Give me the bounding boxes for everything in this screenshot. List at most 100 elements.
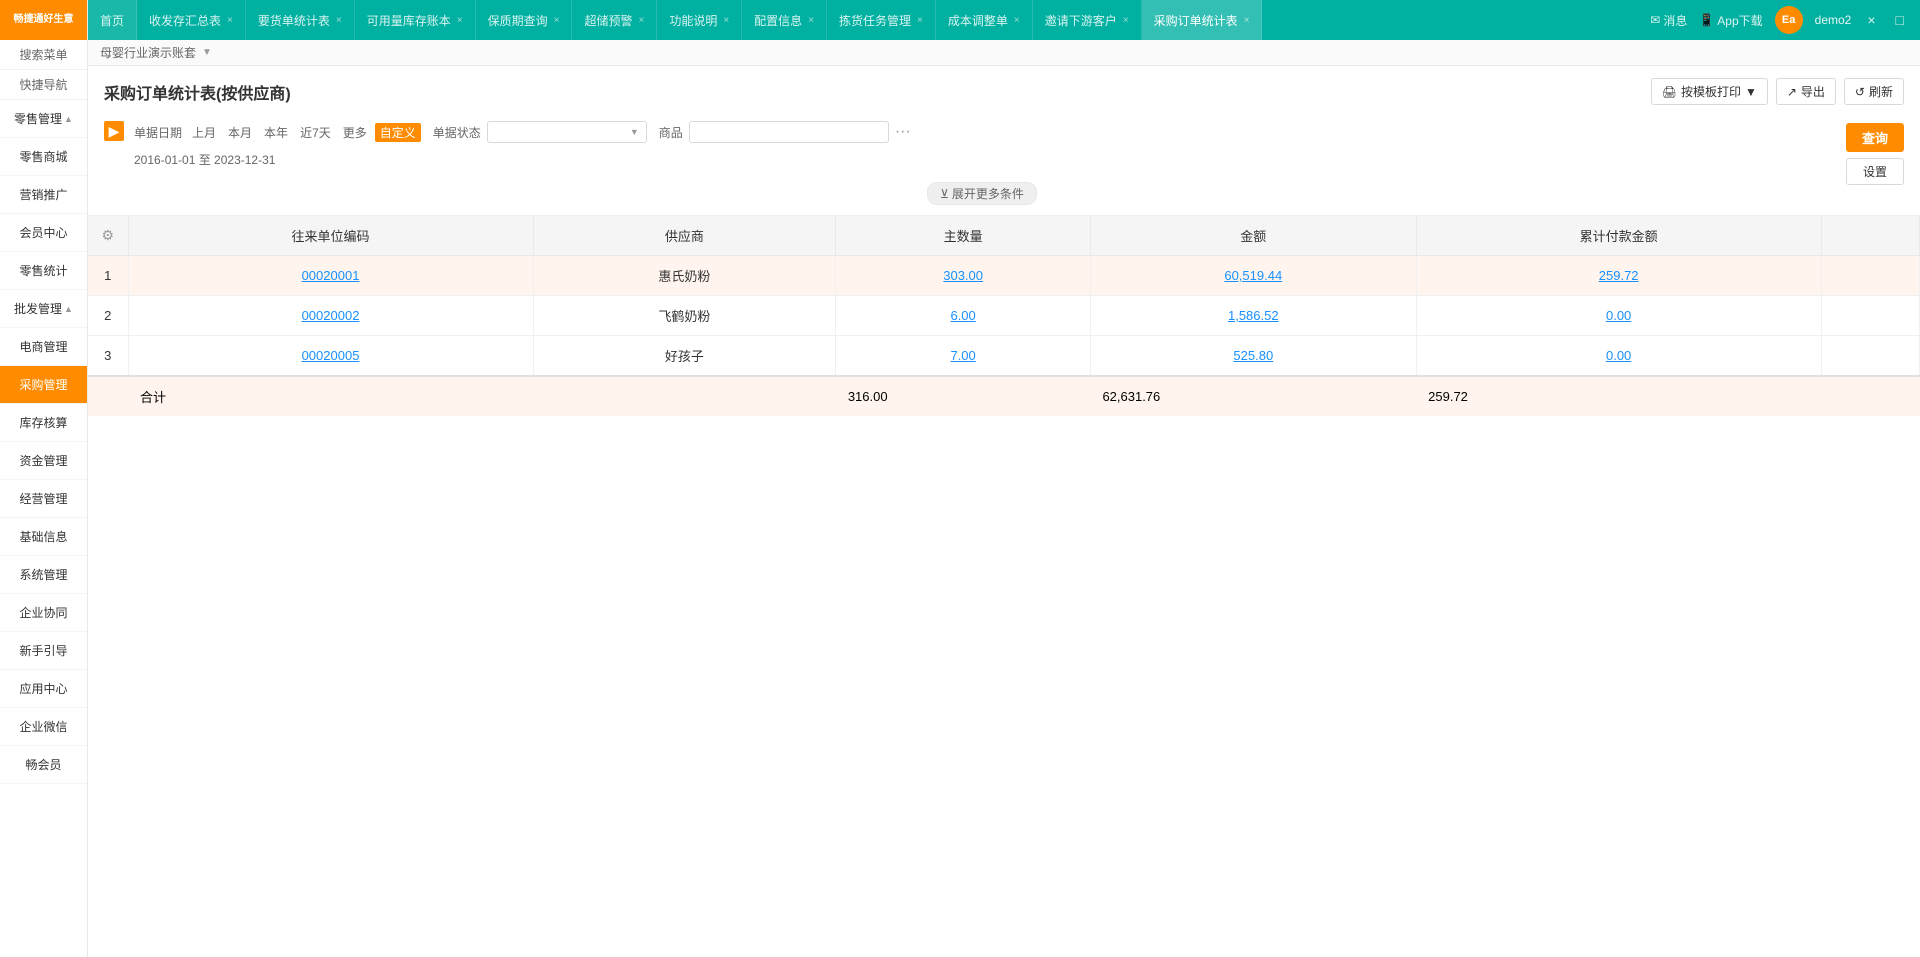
amount-link[interactable]: 1,586.52 (1228, 308, 1279, 323)
date-custom[interactable]: 自定义 (375, 123, 421, 142)
tab-invite-close[interactable]: × (1123, 15, 1129, 26)
qty-link[interactable]: 303.00 (943, 268, 983, 283)
code-link[interactable]: 00020001 (302, 268, 360, 283)
footer-empty (88, 376, 128, 416)
tab-receive-send[interactable]: 收发存汇总表 × (137, 0, 246, 40)
th-settings[interactable]: ⚙ (88, 216, 128, 256)
tab-invite[interactable]: 邀请下游客户 × (1033, 0, 1142, 40)
date-7days[interactable]: 近7天 (296, 123, 335, 142)
sidebar-item-wholesale-label: 批发管理 (14, 300, 62, 317)
close-window-button[interactable]: × (1863, 12, 1879, 28)
sidebar-item-retail[interactable]: 零售管理 ▲ (0, 100, 87, 138)
date-prev-month[interactable]: 上月 (188, 123, 220, 142)
qty-link[interactable]: 6.00 (950, 308, 975, 323)
export-icon: ↗ (1787, 85, 1797, 99)
sidebar-item-retail-label: 零售管理 (14, 110, 62, 127)
sidebar-item-ecommerce-label: 电商管理 (19, 338, 67, 355)
cell-code: 00020001 (128, 256, 533, 296)
tab-purchase-req[interactable]: 要货单统计表 × (246, 0, 355, 40)
code-link[interactable]: 00020005 (302, 348, 360, 363)
tab-config[interactable]: 配置信息 × (742, 0, 827, 40)
sidebar-item-new-guide[interactable]: 新手引导 (0, 632, 87, 670)
cell-paid: 0.00 (1416, 296, 1821, 336)
tab-receive-send-close[interactable]: × (227, 15, 233, 26)
sidebar-item-marketing[interactable]: 营销推广 (0, 176, 87, 214)
paid-link[interactable]: 0.00 (1606, 348, 1631, 363)
sidebar-item-inventory-label: 库存核算 (19, 414, 67, 431)
tab-home[interactable]: 首页 (88, 0, 137, 40)
sidebar-item-finance[interactable]: 资金管理 (0, 442, 87, 480)
sidebar-item-retail-stats[interactable]: 零售统计 (0, 252, 87, 290)
sidebar-item-inventory[interactable]: 库存核算 (0, 404, 87, 442)
column-settings-icon[interactable]: ⚙ (101, 227, 114, 243)
tab-func-desc[interactable]: 功能说明 × (657, 0, 742, 40)
filter-goods-input[interactable] (689, 121, 889, 143)
tab-expiry-close[interactable]: × (554, 15, 560, 26)
tab-config-close[interactable]: × (808, 15, 814, 26)
th-empty (1821, 216, 1919, 256)
query-button[interactable]: 查询 (1846, 123, 1904, 152)
maximize-window-button[interactable]: □ (1892, 12, 1908, 28)
qty-link[interactable]: 7.00 (950, 348, 975, 363)
export-button[interactable]: ↗ 导出 (1776, 78, 1836, 105)
sidebar-item-wholesale[interactable]: 批发管理 ▲ (0, 290, 87, 328)
amount-link[interactable]: 60,519.44 (1224, 268, 1282, 283)
tab-pick-task-close[interactable]: × (917, 15, 923, 26)
sidebar-item-vip[interactable]: 畅会员 (0, 746, 87, 784)
tab-expiry[interactable]: 保质期查询 × (476, 0, 573, 40)
sidebar: 畅捷通好生意 搜索菜单 快捷导航 零售管理 ▲ 零售商城 营销推广 会员中心 零… (0, 0, 88, 957)
paid-link[interactable]: 259.72 (1599, 268, 1639, 283)
sidebar-item-enterprise-label: 企业协同 (19, 604, 67, 621)
expand-down-icon: ⊻ (940, 187, 949, 201)
tab-purchase-stats[interactable]: 采购订单统计表 × (1142, 0, 1263, 40)
print-button[interactable]: 🖨 按模板打印 ▼ (1651, 78, 1768, 105)
table-row: 2 00020002 飞鹤奶粉 6.00 1,586.52 0.00 (88, 296, 1920, 336)
user-name[interactable]: demo2 (1815, 13, 1852, 27)
sidebar-item-app-center[interactable]: 应用中心 (0, 670, 87, 708)
amount-link[interactable]: 525.80 (1233, 348, 1273, 363)
message-button[interactable]: ✉ 消息 (1650, 12, 1687, 29)
date-more[interactable]: 更多 (339, 123, 371, 142)
breadcrumb-path[interactable]: 母婴行业演示账套 (100, 44, 196, 61)
date-this-month[interactable]: 本月 (224, 123, 256, 142)
cell-code: 00020002 (128, 296, 533, 336)
sidebar-item-operations[interactable]: 经营管理 (0, 480, 87, 518)
refresh-button[interactable]: ↺ 刷新 (1844, 78, 1904, 105)
filter-area: ▶ 单据日期 上月 本月 本年 近7天 更多 自定义 (88, 113, 1920, 216)
tab-available-stock-close[interactable]: × (457, 15, 463, 26)
cell-qty: 303.00 (836, 256, 1091, 296)
tab-purchase-req-close[interactable]: × (336, 15, 342, 26)
print-dropdown-icon: ▼ (1745, 85, 1757, 99)
breadcrumb-dropdown-icon[interactable]: ▼ (202, 47, 212, 58)
sidebar-item-system[interactable]: 系统管理 (0, 556, 87, 594)
sidebar-item-enterprise[interactable]: 企业协同 (0, 594, 87, 632)
sidebar-item-purchase[interactable]: 采购管理 (0, 366, 87, 404)
sidebar-item-wechat[interactable]: 企业微信 (0, 708, 87, 746)
sidebar-quick-nav[interactable]: 快捷导航 (0, 70, 87, 100)
tab-available-stock[interactable]: 可用量库存账本 × (355, 0, 476, 40)
avatar-text: Ea (1782, 14, 1795, 26)
filter-expand-button[interactable]: ⊻ 展开更多条件 (927, 182, 1037, 205)
tab-func-desc-close[interactable]: × (723, 15, 729, 26)
filter-status-select[interactable] (487, 121, 647, 143)
footer-label: 合计 (128, 376, 533, 416)
sidebar-item-purchase-label: 采购管理 (19, 376, 67, 393)
tab-purchase-stats-close[interactable]: × (1244, 15, 1250, 26)
tab-cost-adjust-close[interactable]: × (1014, 15, 1020, 26)
filter-goods-more-icon[interactable]: ··· (895, 123, 911, 141)
filter-toggle-button[interactable]: ▶ (104, 121, 124, 141)
date-this-year[interactable]: 本年 (260, 123, 292, 142)
sidebar-search[interactable]: 搜索菜单 (0, 40, 87, 70)
sidebar-item-ecommerce[interactable]: 电商管理 (0, 328, 87, 366)
app-download-button[interactable]: 📱 App下载 (1699, 12, 1762, 29)
code-link[interactable]: 00020002 (302, 308, 360, 323)
settings-button[interactable]: 设置 (1846, 158, 1904, 185)
tab-overstock[interactable]: 超储预警 × (572, 0, 657, 40)
sidebar-item-member[interactable]: 会员中心 (0, 214, 87, 252)
paid-link[interactable]: 0.00 (1606, 308, 1631, 323)
sidebar-item-base-info[interactable]: 基础信息 (0, 518, 87, 556)
sidebar-item-retail-shop[interactable]: 零售商城 (0, 138, 87, 176)
tab-cost-adjust[interactable]: 成本调整单 × (936, 0, 1033, 40)
tab-pick-task[interactable]: 拣货任务管理 × (827, 0, 936, 40)
tab-overstock-close[interactable]: × (638, 15, 644, 26)
